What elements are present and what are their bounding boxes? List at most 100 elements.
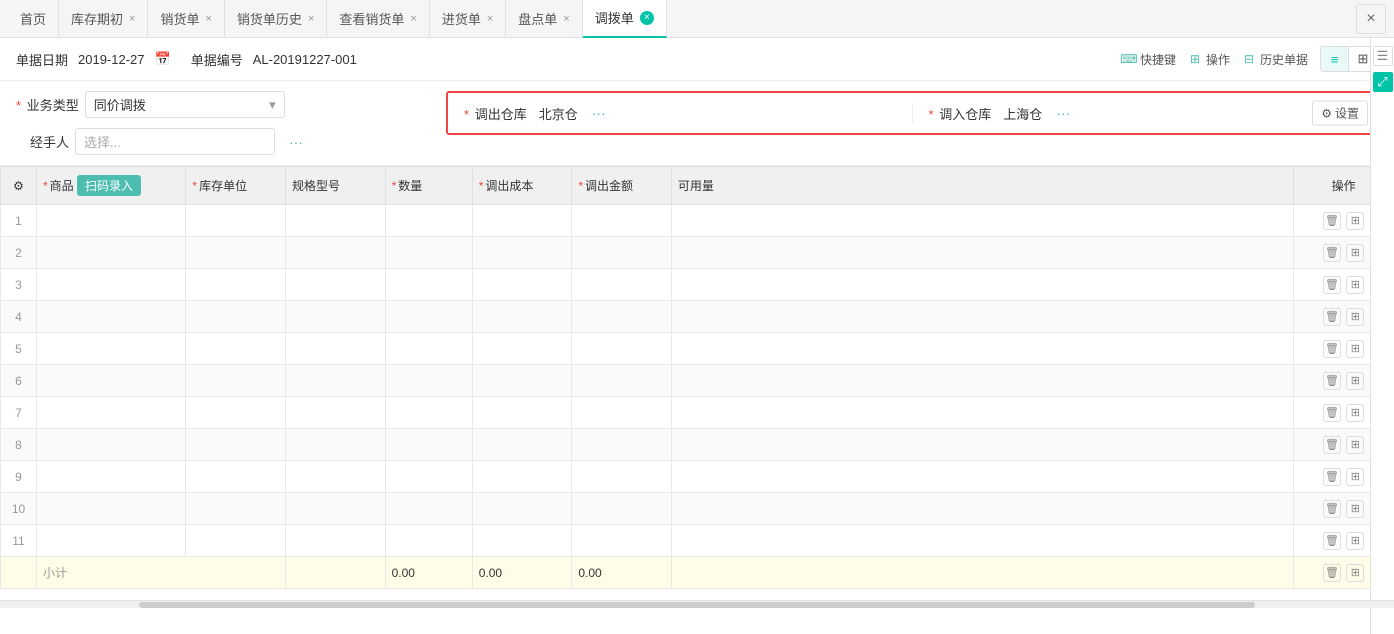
row-available[interactable] (671, 461, 1293, 493)
tab-transfer-order[interactable]: 调拨单 × (583, 0, 667, 38)
row-amount[interactable] (572, 429, 672, 461)
row-qty[interactable] (385, 525, 472, 557)
delete-icon[interactable]: 🗑 (1323, 436, 1341, 454)
row-qty[interactable] (385, 205, 472, 237)
row-amount[interactable] (572, 205, 672, 237)
row-qty[interactable] (385, 237, 472, 269)
row-unit[interactable] (186, 301, 286, 333)
row-available[interactable] (671, 333, 1293, 365)
row-cost[interactable] (472, 237, 572, 269)
delete-icon[interactable]: 🗑 (1323, 212, 1341, 230)
row-qty[interactable] (385, 397, 472, 429)
row-cost[interactable] (472, 397, 572, 429)
row-spec[interactable] (285, 461, 385, 493)
tab-purchase-order[interactable]: 进货单 × (430, 0, 506, 38)
row-unit[interactable] (186, 333, 286, 365)
row-amount[interactable] (572, 493, 672, 525)
row-available[interactable] (671, 365, 1293, 397)
row-goods[interactable] (37, 525, 186, 557)
row-spec[interactable] (285, 237, 385, 269)
row-goods[interactable] (37, 269, 186, 301)
copy-icon[interactable]: ⊞ (1346, 276, 1364, 294)
row-cost[interactable] (472, 493, 572, 525)
row-unit[interactable] (186, 525, 286, 557)
row-spec[interactable] (285, 429, 385, 461)
row-available[interactable] (671, 525, 1293, 557)
shortcut-key-button[interactable]: ⌨ 快捷键 (1122, 51, 1176, 68)
tab-close-sales-order[interactable]: × (205, 13, 211, 25)
copy-icon[interactable]: ⊞ (1346, 404, 1364, 422)
horizontal-scrollbar[interactable] (0, 600, 1394, 608)
tab-close-sales-history[interactable]: × (308, 13, 314, 25)
delete-icon[interactable]: 🗑 (1323, 308, 1341, 326)
row-qty[interactable] (385, 269, 472, 301)
row-unit[interactable] (186, 429, 286, 461)
row-unit[interactable] (186, 205, 286, 237)
tab-close-inventory-check[interactable]: × (563, 13, 569, 25)
delete-icon[interactable]: 🗑 (1323, 404, 1341, 422)
copy-icon[interactable]: ⊞ (1346, 212, 1364, 230)
handler-more-button[interactable]: ··· (289, 134, 303, 150)
delete-icon[interactable]: 🗑 (1323, 500, 1341, 518)
row-spec[interactable] (285, 365, 385, 397)
copy-icon[interactable]: ⊞ (1346, 372, 1364, 390)
tab-inventory-check[interactable]: 盘点单 × (506, 0, 582, 38)
row-amount[interactable] (572, 269, 672, 301)
layout-list-button[interactable]: ≡ (1321, 47, 1349, 71)
row-available[interactable] (671, 397, 1293, 429)
copy-icon[interactable]: ⊞ (1346, 340, 1364, 358)
row-goods[interactable] (37, 397, 186, 429)
delete-icon[interactable]: 🗑 (1323, 276, 1341, 294)
row-goods[interactable] (37, 237, 186, 269)
row-amount[interactable] (572, 301, 672, 333)
row-amount[interactable] (572, 237, 672, 269)
row-amount[interactable] (572, 397, 672, 429)
copy-icon[interactable]: ⊞ (1346, 436, 1364, 454)
row-cost[interactable] (472, 525, 572, 557)
row-goods[interactable] (37, 365, 186, 397)
setting-button[interactable]: ⚙ 设置 (1312, 101, 1368, 126)
row-amount[interactable] (572, 461, 672, 493)
tab-close-inventory-init[interactable]: × (129, 13, 135, 25)
row-goods[interactable] (37, 205, 186, 237)
transfer-out-more-button[interactable]: ··· (592, 105, 606, 121)
row-spec[interactable] (285, 301, 385, 333)
row-cost[interactable] (472, 461, 572, 493)
copy-icon[interactable]: ⊞ (1346, 500, 1364, 518)
calendar-icon[interactable]: 📅 (155, 51, 171, 67)
row-available[interactable] (671, 301, 1293, 333)
row-unit[interactable] (186, 237, 286, 269)
row-spec[interactable] (285, 493, 385, 525)
row-unit[interactable] (186, 269, 286, 301)
row-unit[interactable] (186, 461, 286, 493)
business-type-select[interactable]: 同价调拨 ▾ (85, 91, 285, 118)
row-spec[interactable] (285, 397, 385, 429)
row-qty[interactable] (385, 461, 472, 493)
row-cost[interactable] (472, 429, 572, 461)
row-available[interactable] (671, 493, 1293, 525)
transfer-in-more-button[interactable]: ··· (1056, 105, 1070, 121)
delete-icon-sub[interactable]: 🗑 (1323, 564, 1341, 582)
row-qty[interactable] (385, 365, 472, 397)
row-cost[interactable] (472, 365, 572, 397)
sidebar-expand-icon[interactable]: ⤢ (1373, 72, 1393, 92)
tab-home[interactable]: 首页 (8, 0, 59, 38)
copy-icon-sub[interactable]: ⊞ (1346, 564, 1364, 582)
row-unit[interactable] (186, 365, 286, 397)
delete-icon[interactable]: 🗑 (1323, 372, 1341, 390)
row-goods[interactable] (37, 429, 186, 461)
delete-icon[interactable]: 🗑 (1323, 244, 1341, 262)
gear-icon-th[interactable]: ⚙ (7, 179, 30, 193)
row-available[interactable] (671, 429, 1293, 461)
row-spec[interactable] (285, 525, 385, 557)
row-cost[interactable] (472, 205, 572, 237)
row-goods[interactable] (37, 301, 186, 333)
tab-sales-history[interactable]: 销货单历史 × (225, 0, 327, 38)
row-available[interactable] (671, 205, 1293, 237)
tab-inventory-init[interactable]: 库存期初 × (59, 0, 148, 38)
delete-icon[interactable]: 🗑 (1323, 532, 1341, 550)
row-goods[interactable] (37, 333, 186, 365)
tab-close-purchase-order[interactable]: × (487, 13, 493, 25)
history-doc-button[interactable]: ⊟ 历史单据 (1242, 51, 1308, 68)
copy-icon[interactable]: ⊞ (1346, 244, 1364, 262)
